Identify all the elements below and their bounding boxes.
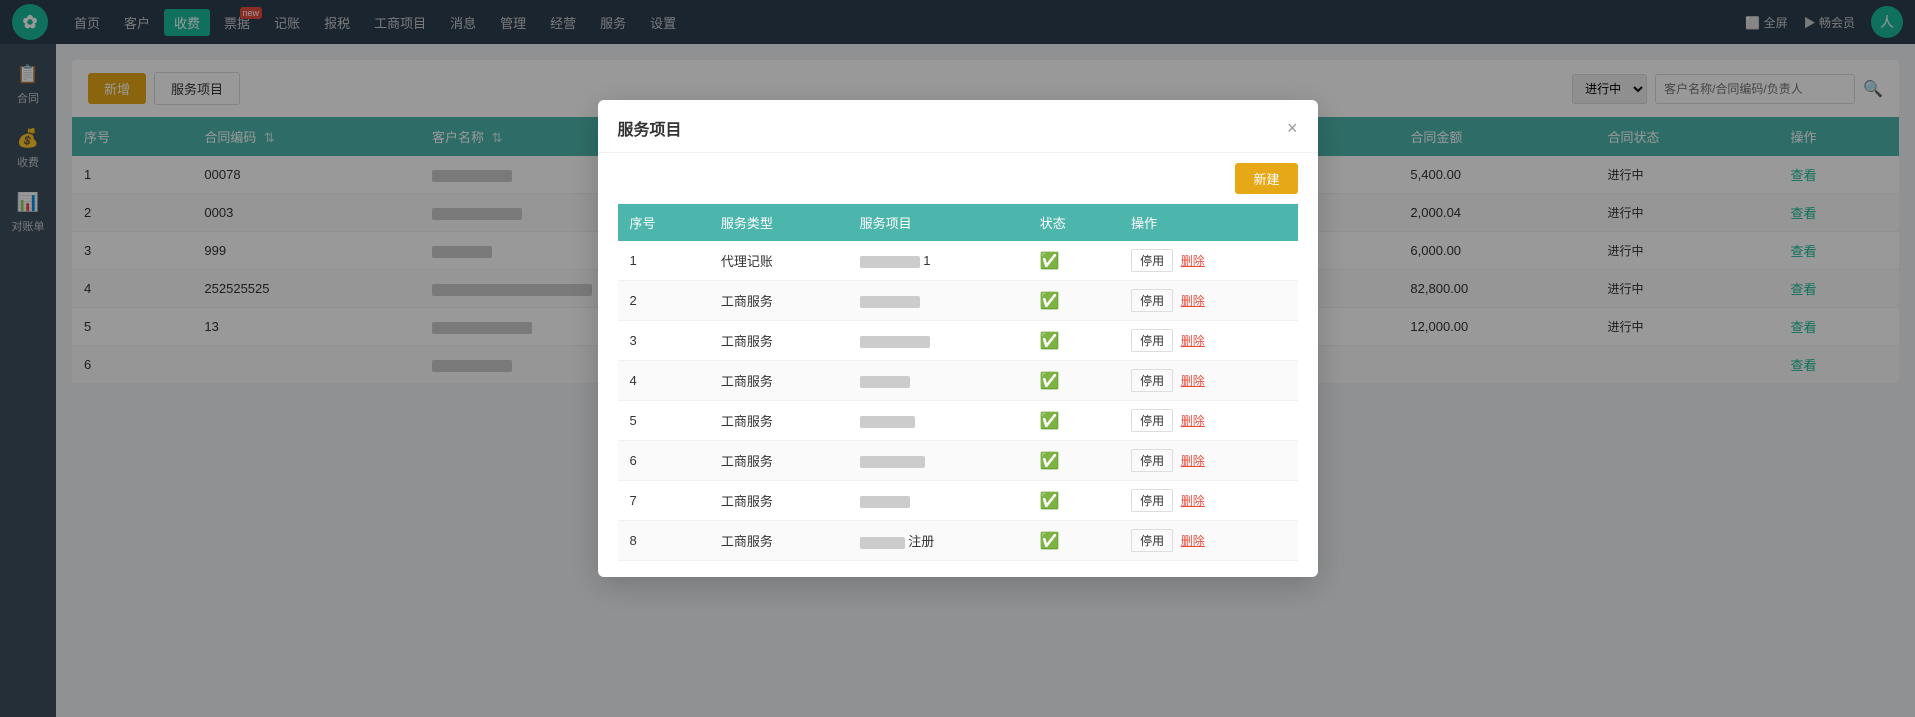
modal-table-row: 2 工商服务 ✅ 停用 删除 [618, 281, 1298, 321]
modal-cell-status: ✅ [1028, 281, 1119, 321]
modal-cell-item [848, 281, 1028, 321]
modal-cell-action: 停用 删除 [1119, 361, 1297, 401]
modal-cell-action: 停用 删除 [1119, 241, 1297, 281]
modal-cell-action: 停用 删除 [1119, 481, 1297, 521]
stop-button[interactable]: 停用 [1131, 409, 1173, 432]
modal-cell-status: ✅ [1028, 481, 1119, 521]
modal-cell-item [848, 481, 1028, 521]
stop-button[interactable]: 停用 [1131, 249, 1173, 272]
modal-col-type: 服务类型 [709, 204, 848, 241]
modal-title: 服务项目 [618, 116, 682, 140]
stop-button[interactable]: 停用 [1131, 489, 1173, 512]
modal-cell-item [848, 401, 1028, 441]
modal-cell-status: ✅ [1028, 441, 1119, 481]
modal-table-row: 8 工商服务 注册 ✅ 停用 删除 [618, 521, 1298, 561]
modal-cell-seq: 1 [618, 241, 709, 281]
modal-new-button[interactable]: 新建 [1235, 163, 1297, 194]
modal-cell-item: 1 [848, 241, 1028, 281]
modal-cell-seq: 8 [618, 521, 709, 561]
modal-cell-status: ✅ [1028, 241, 1119, 281]
modal-cell-action: 停用 删除 [1119, 321, 1297, 361]
modal-table-row: 5 工商服务 ✅ 停用 删除 [618, 401, 1298, 441]
stop-button[interactable]: 停用 [1131, 329, 1173, 352]
modal-col-item: 服务项目 [848, 204, 1028, 241]
modal-cell-action: 停用 删除 [1119, 441, 1297, 481]
modal-table-row: 1 代理记账 1 ✅ 停用 删除 [618, 241, 1298, 281]
modal-cell-status: ✅ [1028, 401, 1119, 441]
modal-cell-type: 代理记账 [709, 241, 848, 281]
stop-button[interactable]: 停用 [1131, 369, 1173, 392]
modal-cell-item [848, 321, 1028, 361]
modal-cell-status: ✅ [1028, 361, 1119, 401]
modal-cell-type: 工商服务 [709, 321, 848, 361]
modal-cell-action: 停用 删除 [1119, 281, 1297, 321]
modal-table-row: 6 工商服务 ✅ 停用 删除 [618, 441, 1298, 481]
modal-cell-item [848, 441, 1028, 481]
delete-button[interactable]: 删除 [1181, 332, 1205, 349]
modal-cell-action: 停用 删除 [1119, 401, 1297, 441]
delete-button[interactable]: 删除 [1181, 372, 1205, 389]
stop-button[interactable]: 停用 [1131, 529, 1173, 552]
service-items-table: 序号 服务类型 服务项目 状态 操作 1 代理记账 1 ✅ 停用 [618, 204, 1298, 561]
modal-cell-type: 工商服务 [709, 401, 848, 441]
delete-button[interactable]: 删除 [1181, 492, 1205, 509]
stop-button[interactable]: 停用 [1131, 289, 1173, 312]
modal-cell-seq: 4 [618, 361, 709, 401]
delete-button[interactable]: 删除 [1181, 412, 1205, 429]
modal-table-row: 3 工商服务 ✅ 停用 删除 [618, 321, 1298, 361]
modal-cell-type: 工商服务 [709, 361, 848, 401]
modal-cell-seq: 3 [618, 321, 709, 361]
modal-col-seq: 序号 [618, 204, 709, 241]
modal-cell-action: 停用 删除 [1119, 521, 1297, 561]
service-modal: 服务项目 × 新建 序号 服务类型 服务项目 状态 操作 [598, 100, 1318, 577]
modal-cell-type: 工商服务 [709, 281, 848, 321]
modal-cell-type: 工商服务 [709, 481, 848, 521]
modal-header: 服务项目 × [598, 100, 1318, 153]
modal-cell-seq: 7 [618, 481, 709, 521]
modal-table-row: 4 工商服务 ✅ 停用 删除 [618, 361, 1298, 401]
modal-col-action: 操作 [1119, 204, 1297, 241]
modal-cell-seq: 5 [618, 401, 709, 441]
delete-button[interactable]: 删除 [1181, 252, 1205, 269]
modal-table-row: 7 工商服务 ✅ 停用 删除 [618, 481, 1298, 521]
modal-cell-item: 注册 [848, 521, 1028, 561]
delete-button[interactable]: 删除 [1181, 532, 1205, 549]
delete-button[interactable]: 删除 [1181, 292, 1205, 309]
modal-cell-type: 工商服务 [709, 521, 848, 561]
stop-button[interactable]: 停用 [1131, 449, 1173, 472]
modal-close-button[interactable]: × [1287, 119, 1298, 137]
modal-cell-seq: 2 [618, 281, 709, 321]
modal-toolbar: 新建 [598, 153, 1318, 204]
modal-cell-item [848, 361, 1028, 401]
modal-cell-seq: 6 [618, 441, 709, 481]
modal-cell-type: 工商服务 [709, 441, 848, 481]
modal-overlay[interactable]: 服务项目 × 新建 序号 服务类型 服务项目 状态 操作 [0, 0, 1915, 717]
modal-body: 序号 服务类型 服务项目 状态 操作 1 代理记账 1 ✅ 停用 [598, 204, 1318, 577]
modal-cell-status: ✅ [1028, 521, 1119, 561]
modal-cell-status: ✅ [1028, 321, 1119, 361]
delete-button[interactable]: 删除 [1181, 452, 1205, 469]
modal-col-status: 状态 [1028, 204, 1119, 241]
